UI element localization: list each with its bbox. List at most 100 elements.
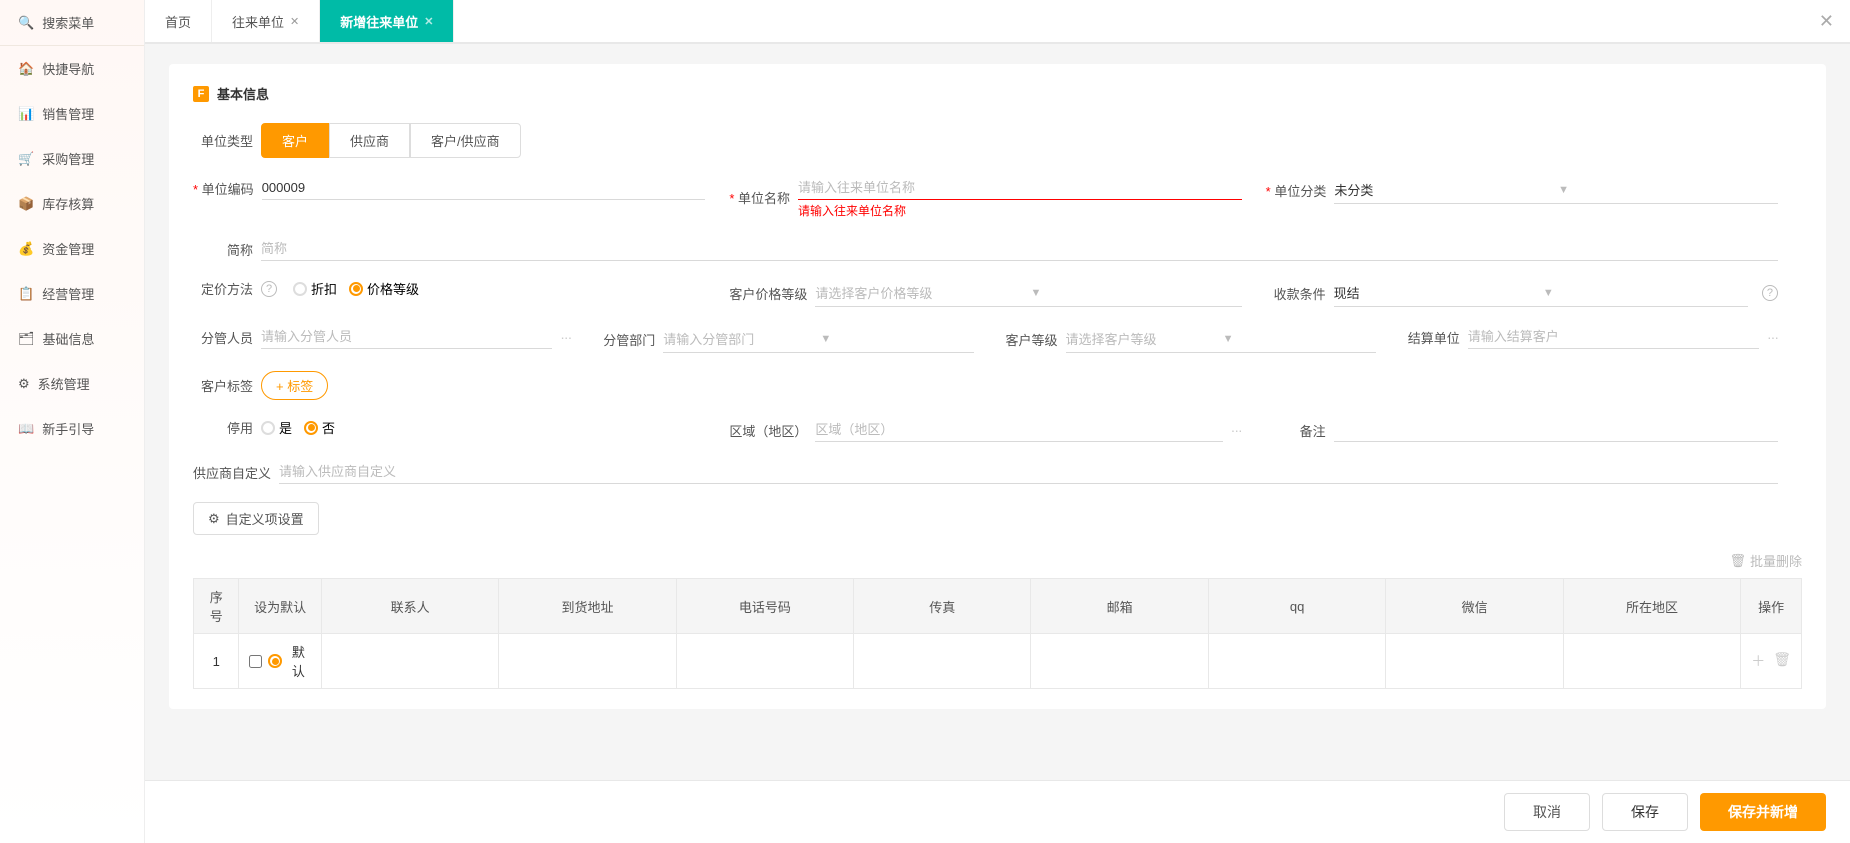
- payment-terms-label: 收款条件: [1266, 284, 1326, 303]
- note-field: 备注: [1266, 418, 1778, 442]
- chevron-down-icon: ▼: [1031, 287, 1242, 299]
- wechat-input[interactable]: [1396, 654, 1552, 669]
- customer-level-select[interactable]: 请选择客户等级 ▼: [1066, 325, 1376, 353]
- save-new-button[interactable]: 保存并新增: [1700, 793, 1826, 831]
- tag-label: 客户标签: [193, 376, 253, 395]
- pricing-level-option[interactable]: 价格等级: [349, 279, 419, 298]
- sidebar-item-basic-info[interactable]: 🗂 基础信息: [0, 316, 144, 361]
- department-select[interactable]: 请输入分管部门 ▼: [663, 325, 973, 353]
- search-menu-label: 搜索菜单: [42, 13, 94, 32]
- custom-settings-button[interactable]: ⚙ 自定义项设置: [193, 502, 319, 535]
- default-radio[interactable]: [268, 654, 282, 668]
- system-icon: ⚙: [18, 376, 30, 392]
- manager-more-icon[interactable]: ···: [560, 329, 571, 345]
- col-address: 到货地址: [499, 579, 676, 634]
- cell-region[interactable]: [1563, 634, 1740, 689]
- manager-input[interactable]: [261, 325, 552, 349]
- cell-fax[interactable]: [854, 634, 1031, 689]
- disabled-no[interactable]: 否: [304, 418, 335, 437]
- unit-name-input[interactable]: [798, 176, 1242, 200]
- col-seq: 序号: [194, 579, 239, 634]
- cell-address[interactable]: [499, 634, 676, 689]
- tab-home[interactable]: 首页: [145, 0, 212, 42]
- supplier-custom-input[interactable]: [279, 460, 1778, 484]
- settings-icon: ⚙: [208, 511, 220, 527]
- pricing-help-icon[interactable]: ?: [261, 281, 277, 297]
- col-qq: qq: [1208, 579, 1386, 634]
- payment-help-icon[interactable]: ?: [1762, 285, 1778, 301]
- type-supplier-btn[interactable]: 供应商: [329, 123, 410, 158]
- settlement-more-icon[interactable]: ···: [1767, 329, 1778, 345]
- cell-contact[interactable]: [321, 634, 498, 689]
- discount-radio[interactable]: [293, 282, 307, 296]
- row-checkbox[interactable]: [249, 655, 262, 668]
- sidebar-item-inventory[interactable]: 📦 库存核算: [0, 181, 144, 226]
- sidebar-item-label: 系统管理: [38, 374, 90, 393]
- sidebar-item-finance[interactable]: 💰 资金管理: [0, 226, 144, 271]
- save-button[interactable]: 保存: [1602, 793, 1688, 831]
- sidebar-item-quick-nav[interactable]: 🏠 快捷导航: [0, 46, 144, 91]
- guide-icon: 📖: [18, 421, 34, 437]
- type-customer-btn[interactable]: 客户: [261, 123, 329, 158]
- delete-row-icon[interactable]: 🗑: [1773, 651, 1791, 671]
- col-email: 邮箱: [1031, 579, 1208, 634]
- sidebar-item-purchase[interactable]: 🛒 采购管理: [0, 136, 144, 181]
- customer-price-select[interactable]: 请选择客户价格等级 ▼: [815, 279, 1241, 307]
- region-more-icon[interactable]: ···: [1231, 422, 1242, 438]
- pricing-discount-option[interactable]: 折扣: [293, 279, 337, 298]
- search-menu[interactable]: 🔍 搜索菜单: [0, 0, 144, 46]
- type-both-btn[interactable]: 客户/供应商: [410, 123, 521, 158]
- no-radio[interactable]: [304, 421, 318, 435]
- sidebar-item-sales[interactable]: 📊 销售管理: [0, 91, 144, 136]
- customer-price-field: 客户价格等级 请选择客户价格等级 ▼: [729, 279, 1241, 307]
- address-input[interactable]: [509, 654, 665, 669]
- cell-email[interactable]: [1031, 634, 1208, 689]
- unit-category-select[interactable]: 未分类 ▼: [1334, 176, 1778, 204]
- cancel-button[interactable]: 取消: [1504, 793, 1590, 831]
- tab-new-partner[interactable]: 新增往来单位 ✕: [320, 0, 454, 42]
- footer-bar: 取消 保存 保存并新增: [145, 780, 1850, 843]
- default-radio-item[interactable]: 默认: [268, 642, 310, 680]
- payment-terms-select[interactable]: 现结 ▼: [1334, 279, 1748, 307]
- cell-qq[interactable]: [1208, 634, 1386, 689]
- short-name-input[interactable]: [261, 237, 1778, 261]
- customer-price-label: 客户价格等级: [729, 284, 807, 303]
- email-input[interactable]: [1041, 654, 1197, 669]
- add-row-icon[interactable]: ＋: [1751, 651, 1765, 671]
- region-label: 区域（地区）: [729, 421, 807, 440]
- table-region-input[interactable]: [1574, 654, 1730, 669]
- cell-default: 默认: [239, 634, 321, 689]
- unit-code-input[interactable]: [262, 176, 706, 200]
- close-partners-tab[interactable]: ✕: [290, 15, 299, 28]
- add-tag-button[interactable]: + 标签: [261, 371, 328, 400]
- note-input[interactable]: [1334, 418, 1778, 442]
- settlement-label: 结算单位: [1400, 328, 1460, 347]
- customer-level-field: 客户等级 请选择客户等级 ▼: [998, 325, 1376, 353]
- contact-table: 序号 设为默认 联系人 到货地址 电话号码 传真 邮箱 qq 微信 所在地区 操…: [193, 578, 1802, 689]
- sidebar-item-operations[interactable]: 📋 经营管理: [0, 271, 144, 316]
- sidebar-item-guide[interactable]: 📖 新手引导: [0, 406, 144, 451]
- sidebar-item-system[interactable]: ⚙ 系统管理: [0, 361, 144, 406]
- note-label: 备注: [1266, 421, 1326, 440]
- close-all-tabs[interactable]: ✕: [1803, 11, 1850, 32]
- yes-radio[interactable]: [261, 421, 275, 435]
- batch-delete-label: 批量删除: [1750, 551, 1802, 570]
- disabled-yes[interactable]: 是: [261, 418, 292, 437]
- cell-wechat[interactable]: [1386, 634, 1563, 689]
- cell-phone[interactable]: [676, 634, 853, 689]
- settlement-input[interactable]: [1468, 325, 1759, 349]
- fax-input[interactable]: [864, 654, 1020, 669]
- sales-icon: 📊: [18, 106, 34, 122]
- region-input[interactable]: [815, 418, 1222, 442]
- table-row: 1 默认: [194, 634, 1802, 689]
- batch-delete-button[interactable]: 🗑 批量删除: [1729, 551, 1802, 570]
- phone-input[interactable]: [687, 654, 843, 669]
- contact-input[interactable]: [332, 654, 488, 669]
- basic-info-icon: 🗂: [18, 331, 35, 347]
- tab-partners[interactable]: 往来单位 ✕: [212, 0, 320, 42]
- price-level-radio[interactable]: [349, 282, 363, 296]
- unit-type-field: 单位类型 客户 供应商 客户/供应商: [193, 123, 1778, 158]
- sidebar-item-label: 库存核算: [42, 194, 94, 213]
- close-new-partner-tab[interactable]: ✕: [424, 15, 433, 28]
- qq-input[interactable]: [1219, 654, 1376, 669]
